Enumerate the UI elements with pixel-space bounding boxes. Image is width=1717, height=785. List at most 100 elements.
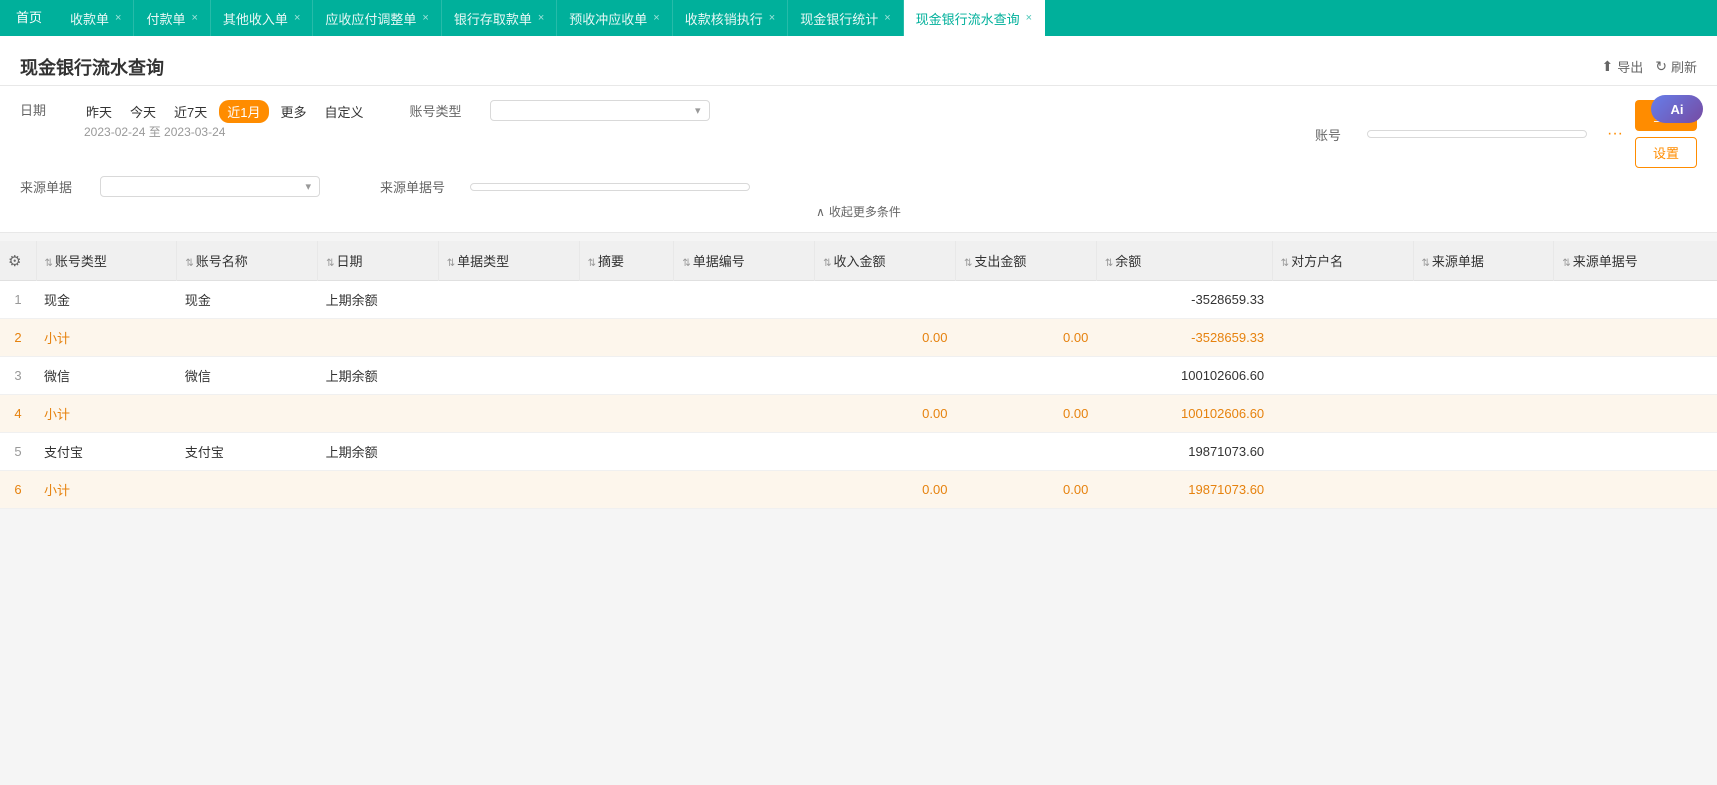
table-cell: [1413, 471, 1554, 509]
page-title: 现金银行流水查询: [20, 54, 164, 80]
close-icon[interactable]: ×: [294, 12, 300, 24]
col-source-voucher-no[interactable]: ⇅来源单据号: [1554, 241, 1717, 281]
date-opt-7days[interactable]: 近7天: [168, 100, 213, 123]
col-summary[interactable]: ⇅摘要: [579, 241, 674, 281]
close-icon[interactable]: ×: [115, 12, 121, 24]
table-cell: 微信: [36, 357, 177, 395]
table-cell: [438, 319, 579, 357]
close-icon[interactable]: ×: [191, 12, 197, 24]
top-navigation: 首页 收款单 × 付款单 × 其他收入单 × 应收应付调整单 × 银行存取款单 …: [0, 0, 1717, 36]
table-cell: 5: [0, 433, 36, 471]
table-cell: 19871073.60: [1096, 433, 1272, 471]
date-opt-today[interactable]: 今天: [124, 100, 162, 123]
settings-button[interactable]: 设置: [1635, 137, 1697, 168]
col-source-voucher[interactable]: ⇅来源单据: [1413, 241, 1554, 281]
table-cell: [579, 357, 674, 395]
table-cell: -3528659.33: [1096, 281, 1272, 319]
account-input[interactable]: [1367, 130, 1587, 138]
nav-tab-shoukuanzhixing[interactable]: 收款核销执行 ×: [673, 0, 788, 36]
source-voucher-label: 来源单据: [20, 177, 80, 196]
col-counterparty[interactable]: ⇅对方户名: [1272, 241, 1413, 281]
table-cell: [674, 471, 815, 509]
table-row: 4小计0.000.00100102606.60: [0, 395, 1717, 433]
table-cell: [579, 395, 674, 433]
table-cell: [579, 433, 674, 471]
table-cell: 6: [0, 471, 36, 509]
table-cell: 小计: [36, 319, 177, 357]
refresh-button[interactable]: ↻ 刷新: [1655, 57, 1697, 76]
close-icon[interactable]: ×: [769, 12, 775, 24]
collapse-bar[interactable]: ∧ 收起更多条件: [20, 197, 1697, 222]
col-expense[interactable]: ⇅支出金额: [955, 241, 1096, 281]
close-icon[interactable]: ×: [422, 12, 428, 24]
date-opt-more[interactable]: 更多: [275, 100, 313, 123]
table-cell: [1272, 395, 1413, 433]
table-cell: [438, 395, 579, 433]
nav-tab-fukuan[interactable]: 付款单 ×: [134, 0, 210, 36]
table-cell: 支付宝: [36, 433, 177, 471]
table-cell: [438, 433, 579, 471]
table-cell: [177, 471, 318, 509]
table-cell: [1554, 357, 1717, 395]
table-cell: 19871073.60: [1096, 471, 1272, 509]
date-opt-custom[interactable]: 自定义: [319, 100, 370, 123]
export-button[interactable]: ⬆ 导出: [1602, 57, 1644, 76]
table-cell: [579, 471, 674, 509]
table-cell: [674, 357, 815, 395]
nav-tab-yushouzhong[interactable]: 预收冲应收单 ×: [557, 0, 672, 36]
table-body: 1现金现金上期余额-3528659.332小计0.000.00-3528659.…: [0, 281, 1717, 509]
settings-icon[interactable]: ⚙: [8, 253, 21, 270]
source-voucher-no-input[interactable]: [470, 183, 750, 191]
table-cell: 现金: [36, 281, 177, 319]
table-cell: [674, 319, 815, 357]
table-cell: [1272, 357, 1413, 395]
col-voucher-no[interactable]: ⇅单据编号: [674, 241, 815, 281]
close-icon[interactable]: ×: [1026, 12, 1032, 24]
date-opt-1month[interactable]: 近1月: [219, 100, 268, 123]
nav-tab-shoukuan[interactable]: 收款单 ×: [58, 0, 134, 36]
date-range-display: 2023-02-24 至 2023-03-24: [84, 123, 370, 140]
close-icon[interactable]: ×: [538, 12, 544, 24]
table-cell: 小计: [36, 471, 177, 509]
more-options-button[interactable]: ···: [1607, 125, 1623, 143]
table-row: 1现金现金上期余额-3528659.33: [0, 281, 1717, 319]
table-cell: 4: [0, 395, 36, 433]
close-icon[interactable]: ×: [884, 12, 890, 24]
table-cell: [955, 357, 1096, 395]
close-icon[interactable]: ×: [653, 12, 659, 24]
table-cell: [579, 319, 674, 357]
nav-tab-qitashouru[interactable]: 其他收入单 ×: [211, 0, 313, 36]
nav-tab-liushui[interactable]: 现金银行流水查询 ×: [904, 0, 1045, 36]
table-cell: [674, 281, 815, 319]
table-row: 6小计0.000.0019871073.60: [0, 471, 1717, 509]
table-cell: [1272, 433, 1413, 471]
account-type-select[interactable]: ▾: [490, 100, 710, 121]
source-voucher-select[interactable]: ▾: [100, 176, 320, 197]
table-cell: 上期余额: [318, 357, 439, 395]
table-cell: 0.00: [815, 319, 956, 357]
table-cell: [815, 357, 956, 395]
table-cell: 小计: [36, 395, 177, 433]
col-gear: ⚙: [0, 241, 36, 281]
data-table-container: ⚙ ⇅账号类型 ⇅账号名称 ⇅日期 ⇅单据类型 ⇅摘要 ⇅单据编号 ⇅收入金额 …: [0, 241, 1717, 509]
col-date[interactable]: ⇅日期: [318, 241, 439, 281]
account-label: 账号: [1315, 125, 1355, 144]
nav-tab-yingshoutiaozheng[interactable]: 应收应付调整单 ×: [313, 0, 441, 36]
col-balance[interactable]: ⇅余额: [1096, 241, 1272, 281]
col-account-name[interactable]: ⇅账号名称: [177, 241, 318, 281]
col-account-type[interactable]: ⇅账号类型: [36, 241, 177, 281]
col-income[interactable]: ⇅收入金额: [815, 241, 956, 281]
nav-tab-yinhangcunqu[interactable]: 银行存取款单 ×: [442, 0, 557, 36]
table-cell: [1272, 471, 1413, 509]
table-cell: [318, 471, 439, 509]
ai-badge[interactable]: Ai: [1651, 95, 1703, 123]
table-cell: [1413, 281, 1554, 319]
nav-tab-xianjintongji[interactable]: 现金银行统计 ×: [788, 0, 903, 36]
col-voucher-type[interactable]: ⇅单据类型: [438, 241, 579, 281]
date-opt-yesterday[interactable]: 昨天: [80, 100, 118, 123]
table-cell: [1554, 395, 1717, 433]
chevron-up-icon: ∧: [816, 205, 825, 219]
account-type-label: 账号类型: [410, 101, 470, 120]
table-cell: [674, 395, 815, 433]
nav-home[interactable]: 首页: [0, 0, 58, 36]
